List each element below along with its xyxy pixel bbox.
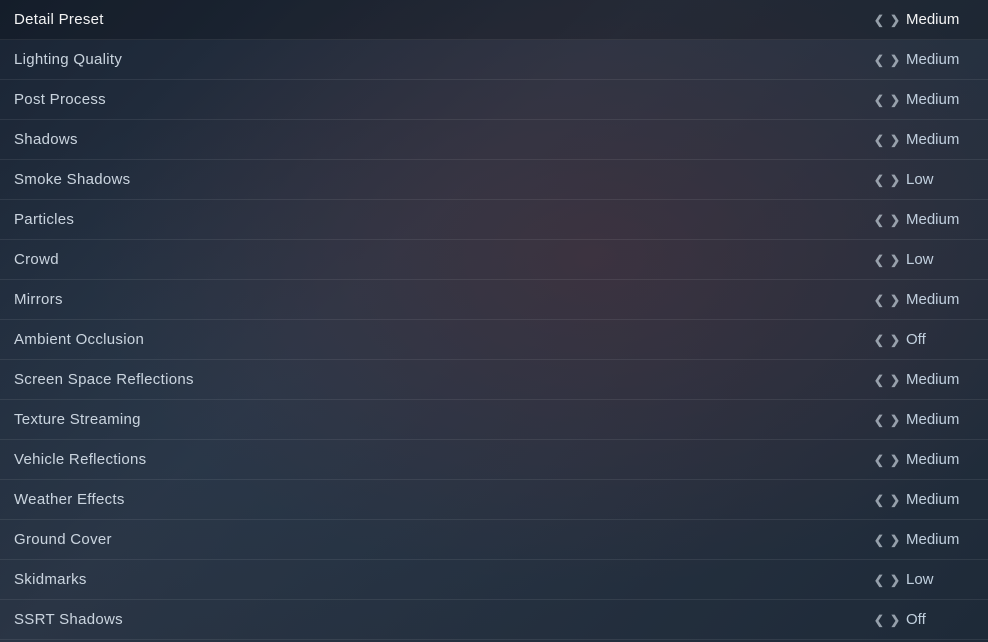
setting-value-group-texture-streaming: Medium xyxy=(874,411,976,428)
chevron-left-screen-space-reflections[interactable] xyxy=(874,372,884,387)
chevron-right-texture-streaming[interactable] xyxy=(890,412,900,427)
chevron-left-crowd[interactable] xyxy=(874,252,884,267)
chevron-left-detail-preset[interactable] xyxy=(874,12,884,27)
value-text-smoke-shadows: Low xyxy=(906,171,976,188)
chevron-right-mirrors[interactable] xyxy=(890,292,900,307)
chevron-left-smoke-shadows[interactable] xyxy=(874,172,884,187)
chevron-right-post-process[interactable] xyxy=(890,92,900,107)
setting-row-weather-effects[interactable]: Weather Effects Medium xyxy=(0,480,988,520)
setting-row-screen-space-reflections[interactable]: Screen Space Reflections Medium xyxy=(0,360,988,400)
setting-row-lighting-quality[interactable]: Lighting Quality Medium xyxy=(0,40,988,80)
chevron-right-ssrt-shadows[interactable] xyxy=(890,612,900,627)
setting-label-ssrt-shadows: SSRT Shadows xyxy=(14,611,123,628)
chevron-right-smoke-shadows[interactable] xyxy=(890,172,900,187)
setting-row-shadows[interactable]: Shadows Medium xyxy=(0,120,988,160)
setting-value-group-crowd: Low xyxy=(874,251,976,268)
chevron-left-ground-cover[interactable] xyxy=(874,532,884,547)
setting-value-group-lighting-quality: Medium xyxy=(874,51,976,68)
setting-row-vehicle-reflections[interactable]: Vehicle Reflections Medium xyxy=(0,440,988,480)
chevron-left-ambient-occlusion[interactable] xyxy=(874,332,884,347)
chevron-left-weather-effects[interactable] xyxy=(874,492,884,507)
setting-row-ambient-occlusion[interactable]: Ambient Occlusion Off xyxy=(0,320,988,360)
chevron-right-weather-effects[interactable] xyxy=(890,492,900,507)
chevron-right-ambient-occlusion[interactable] xyxy=(890,332,900,347)
chevron-left-mirrors[interactable] xyxy=(874,292,884,307)
chevron-left-ssrt-shadows[interactable] xyxy=(874,612,884,627)
setting-value-group-vehicle-reflections: Medium xyxy=(874,451,976,468)
setting-row-ground-cover[interactable]: Ground Cover Medium xyxy=(0,520,988,560)
setting-value-group-detail-preset: Medium xyxy=(874,11,976,28)
setting-value-group-ssrt-shadows: Off xyxy=(874,611,976,628)
setting-label-post-process: Post Process xyxy=(14,91,106,108)
chevron-right-screen-space-reflections[interactable] xyxy=(890,372,900,387)
value-text-weather-effects: Medium xyxy=(906,491,976,508)
setting-row-skidmarks[interactable]: Skidmarks Low xyxy=(0,560,988,600)
chevron-right-vehicle-reflections[interactable] xyxy=(890,452,900,467)
chevron-left-texture-streaming[interactable] xyxy=(874,412,884,427)
chevron-right-skidmarks[interactable] xyxy=(890,572,900,587)
value-text-crowd: Low xyxy=(906,251,976,268)
setting-row-smoke-shadows[interactable]: Smoke Shadows Low xyxy=(0,160,988,200)
chevron-right-crowd[interactable] xyxy=(890,252,900,267)
settings-container: Detail Preset Medium Lighting Quality Mediu… xyxy=(0,0,988,640)
setting-label-particles: Particles xyxy=(14,211,74,228)
setting-label-shadows: Shadows xyxy=(14,131,78,148)
setting-label-ambient-occlusion: Ambient Occlusion xyxy=(14,331,144,348)
setting-value-group-weather-effects: Medium xyxy=(874,491,976,508)
chevron-left-post-process[interactable] xyxy=(874,92,884,107)
setting-row-texture-streaming[interactable]: Texture Streaming Medium xyxy=(0,400,988,440)
value-text-shadows: Medium xyxy=(906,131,976,148)
value-text-texture-streaming: Medium xyxy=(906,411,976,428)
value-text-ssrt-shadows: Off xyxy=(906,611,976,628)
value-text-mirrors: Medium xyxy=(906,291,976,308)
value-text-post-process: Medium xyxy=(906,91,976,108)
setting-label-screen-space-reflections: Screen Space Reflections xyxy=(14,371,194,388)
setting-label-crowd: Crowd xyxy=(14,251,59,268)
chevron-right-lighting-quality[interactable] xyxy=(890,52,900,67)
setting-label-skidmarks: Skidmarks xyxy=(14,571,87,588)
value-text-skidmarks: Low xyxy=(906,571,976,588)
chevron-right-detail-preset[interactable] xyxy=(890,12,900,27)
chevron-left-particles[interactable] xyxy=(874,212,884,227)
setting-value-group-shadows: Medium xyxy=(874,131,976,148)
setting-row-post-process[interactable]: Post Process Medium xyxy=(0,80,988,120)
setting-label-mirrors: Mirrors xyxy=(14,291,63,308)
setting-label-weather-effects: Weather Effects xyxy=(14,491,125,508)
setting-row-mirrors[interactable]: Mirrors Medium xyxy=(0,280,988,320)
value-text-detail-preset: Medium xyxy=(906,11,976,28)
setting-value-group-particles: Medium xyxy=(874,211,976,228)
chevron-right-ground-cover[interactable] xyxy=(890,532,900,547)
setting-label-texture-streaming: Texture Streaming xyxy=(14,411,141,428)
value-text-particles: Medium xyxy=(906,211,976,228)
value-text-screen-space-reflections: Medium xyxy=(906,371,976,388)
setting-value-group-post-process: Medium xyxy=(874,91,976,108)
setting-value-group-smoke-shadows: Low xyxy=(874,171,976,188)
setting-row-particles[interactable]: Particles Medium xyxy=(0,200,988,240)
value-text-vehicle-reflections: Medium xyxy=(906,451,976,468)
setting-row-crowd[interactable]: Crowd Low xyxy=(0,240,988,280)
value-text-lighting-quality: Medium xyxy=(906,51,976,68)
setting-label-ground-cover: Ground Cover xyxy=(14,531,112,548)
setting-value-group-ground-cover: Medium xyxy=(874,531,976,548)
chevron-left-vehicle-reflections[interactable] xyxy=(874,452,884,467)
setting-value-group-skidmarks: Low xyxy=(874,571,976,588)
chevron-right-shadows[interactable] xyxy=(890,132,900,147)
chevron-left-shadows[interactable] xyxy=(874,132,884,147)
setting-label-smoke-shadows: Smoke Shadows xyxy=(14,171,130,188)
setting-value-group-mirrors: Medium xyxy=(874,291,976,308)
chevron-right-particles[interactable] xyxy=(890,212,900,227)
value-text-ground-cover: Medium xyxy=(906,531,976,548)
setting-row-ssrt-shadows[interactable]: SSRT Shadows Off xyxy=(0,600,988,640)
setting-row-detail-preset[interactable]: Detail Preset Medium xyxy=(0,0,988,40)
chevron-left-lighting-quality[interactable] xyxy=(874,52,884,67)
chevron-left-skidmarks[interactable] xyxy=(874,572,884,587)
setting-label-lighting-quality: Lighting Quality xyxy=(14,51,122,68)
setting-label-detail-preset: Detail Preset xyxy=(14,11,104,28)
value-text-ambient-occlusion: Off xyxy=(906,331,976,348)
setting-value-group-ambient-occlusion: Off xyxy=(874,331,976,348)
setting-label-vehicle-reflections: Vehicle Reflections xyxy=(14,451,146,468)
setting-value-group-screen-space-reflections: Medium xyxy=(874,371,976,388)
